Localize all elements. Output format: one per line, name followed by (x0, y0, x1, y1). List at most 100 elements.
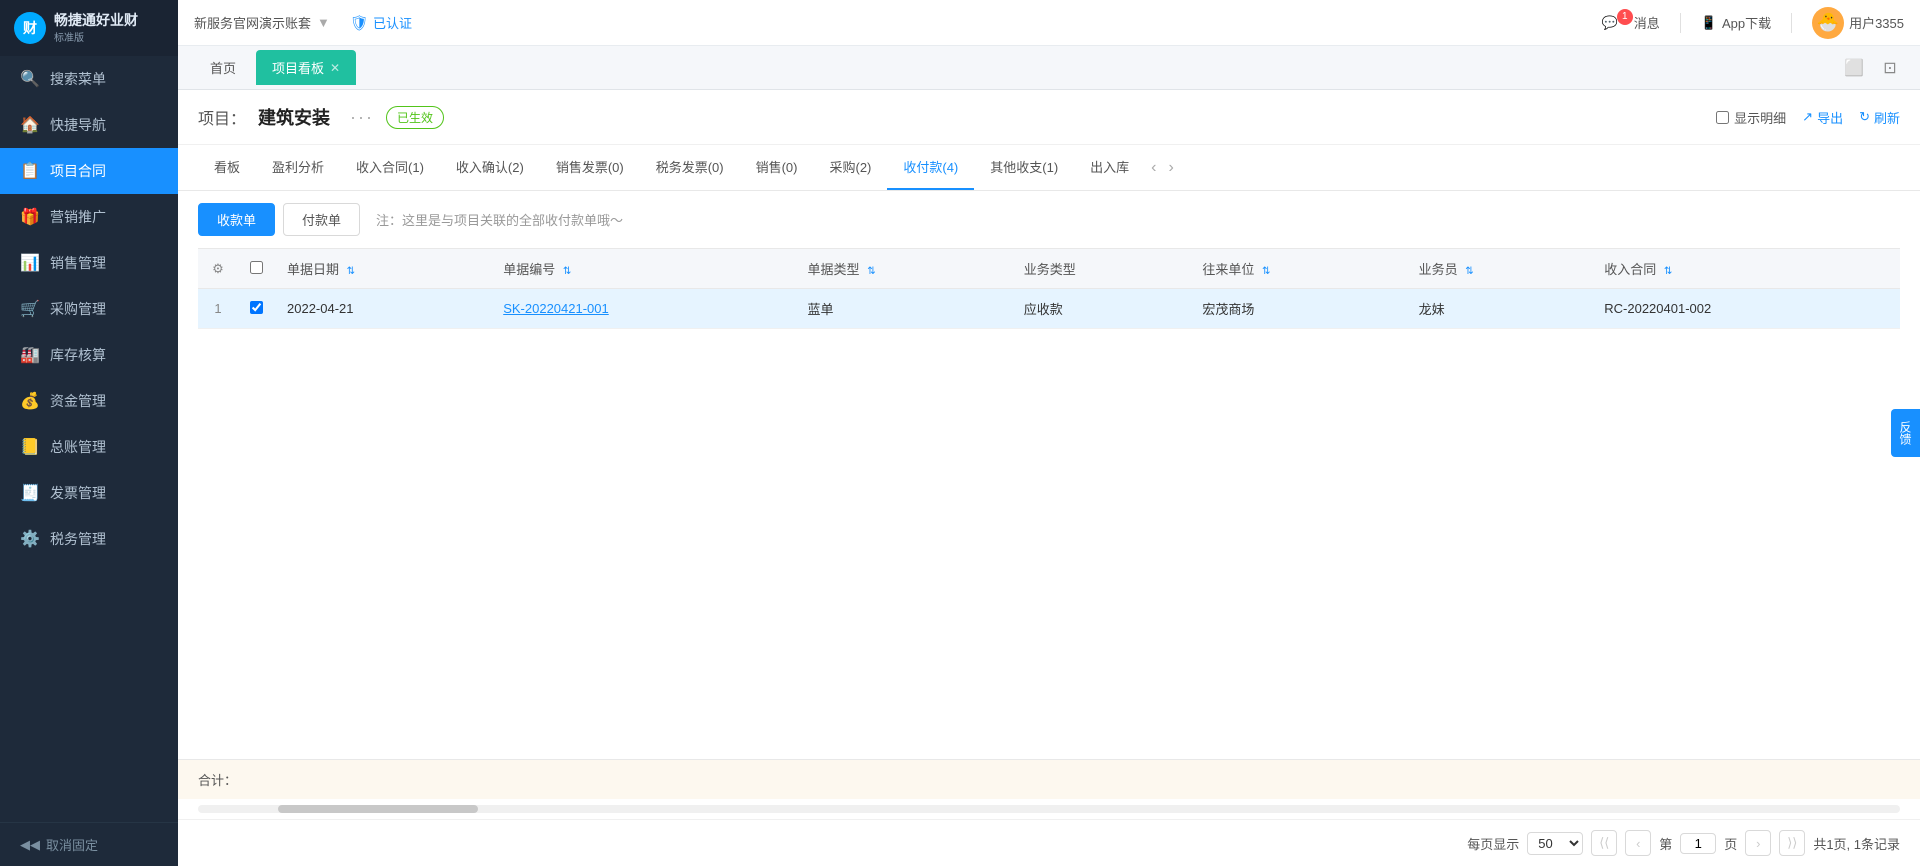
sub-nav: 看板 盈利分析 收入合同(1) 收入确认(2) 销售发票(0) 税务发票(0) … (178, 145, 1920, 191)
subnav-income-confirm[interactable]: 收入确认(2) (440, 145, 540, 190)
number-column-header[interactable]: 单据编号 ⇅ (491, 249, 795, 289)
sidebar-item-label: 库存核算 (50, 345, 106, 365)
sidebar-item-search[interactable]: 🔍 搜索菜单 (0, 56, 178, 102)
warehouse-icon: 🏭 (20, 345, 40, 365)
refresh-button[interactable]: ↻ 刷新 (1859, 108, 1900, 127)
nav-next-arrow[interactable]: › (1163, 151, 1180, 185)
scrollbar-row (178, 799, 1920, 819)
sidebar-item-tax[interactable]: ⚙️ 税务管理 (0, 516, 178, 562)
settings-column-header[interactable]: ⚙ (198, 249, 238, 289)
page-number-input[interactable] (1680, 833, 1716, 854)
row-type: 蓝单 (796, 289, 1012, 329)
tab-close-icon[interactable]: ✕ (330, 61, 340, 75)
page-size-select[interactable]: 50 100 200 (1527, 832, 1583, 855)
subnav-tax-invoice[interactable]: 税务发票(0) (640, 145, 740, 190)
detail-check-input[interactable] (1716, 111, 1729, 124)
tab-home[interactable]: 首页 (194, 50, 252, 85)
refresh-icon: ↻ (1859, 109, 1870, 125)
tabbar-right: ⬜ ⊡ (1840, 54, 1904, 82)
divider2 (1791, 13, 1792, 33)
subnav-kanban[interactable]: 看板 (198, 145, 256, 190)
partner-column-header[interactable]: 往来单位 ⇅ (1190, 249, 1406, 289)
more-icon[interactable]: ··· (350, 107, 374, 128)
sidebar-brand: 畅捷通好业财 标准版 (54, 12, 138, 44)
tax-icon: ⚙️ (20, 529, 40, 549)
message-badge: 1 (1617, 9, 1633, 25)
sidebar-header: 财 畅捷通好业财 标准版 (0, 0, 178, 56)
next-page-button[interactable]: › (1745, 830, 1771, 856)
row-salesperson: 龙妹 (1407, 289, 1593, 329)
income-contract-column-header[interactable]: 收入合同 ⇅ (1592, 249, 1900, 289)
subnav-income-contract[interactable]: 收入合同(1) (340, 145, 440, 190)
topbar-right: 💬 1 消息 📱 App下载 🐣 用户3355 (1602, 7, 1904, 39)
sidebar-item-label: 营销推广 (50, 207, 106, 227)
invoice-icon: 🧾 (20, 483, 40, 503)
horizontal-scrollbar[interactable] (198, 805, 1900, 813)
app-download-action[interactable]: 📱 App下载 (1701, 13, 1771, 32)
subnav-payment[interactable]: 收付款(4) (887, 145, 974, 190)
subnav-other-expense[interactable]: 其他收支(1) (974, 145, 1074, 190)
maximize-button[interactable]: ⊡ (1876, 54, 1904, 82)
sidebar-item-inventory[interactable]: 🏭 库存核算 (0, 332, 178, 378)
user-label: 用户3355 (1849, 13, 1904, 32)
sidebar-item-marketing[interactable]: 🎁 营销推广 (0, 194, 178, 240)
row-number: SK-20220421-001 (491, 289, 795, 329)
export-button[interactable]: ↗ 导出 (1802, 108, 1843, 127)
row-number-link[interactable]: SK-20220421-001 (503, 301, 609, 316)
sort-icon6: ⇅ (1664, 266, 1672, 277)
page-prefix: 第 (1659, 834, 1672, 853)
biz-type-column-header: 业务类型 (1012, 249, 1191, 289)
feedback-button[interactable]: 反馈 (1891, 409, 1920, 457)
payment-tab-button[interactable]: 付款单 (283, 203, 360, 236)
sidebar-item-funds[interactable]: 💰 资金管理 (0, 378, 178, 424)
row-checkbox[interactable] (250, 301, 263, 314)
first-page-button[interactable]: ⟨⟨ (1591, 830, 1617, 856)
sidebar-item-quicknav[interactable]: 🏠 快捷导航 (0, 102, 178, 148)
last-page-button[interactable]: ⟩⟩ (1779, 830, 1805, 856)
sort-icon3: ⇅ (867, 266, 875, 277)
salesperson-column-header[interactable]: 业务员 ⇅ (1407, 249, 1593, 289)
phone-icon: 📱 (1701, 15, 1717, 31)
sidebar-item-purchase[interactable]: 🛒 采购管理 (0, 286, 178, 332)
total-label: 合计： (198, 770, 237, 789)
tab-kanban[interactable]: 项目看板 ✕ (256, 50, 356, 85)
date-column-header[interactable]: 单据日期 ⇅ (275, 249, 491, 289)
cart-icon: 🛒 (20, 299, 40, 319)
receipts-table: ⚙ 单据日期 ⇅ 单据编号 ⇅ (198, 248, 1900, 329)
page-size-label: 每页显示 (1467, 834, 1519, 853)
select-all-checkbox[interactable] (250, 261, 263, 274)
table-footer: 合计： (178, 759, 1920, 799)
subnav-purchase[interactable]: 采购(2) (813, 145, 887, 190)
page-content: 项目： 建筑安装 ··· 已生效 显示明细 ↗ 导出 ↻ 刷新 (178, 90, 1920, 866)
export-icon: ↗ (1802, 109, 1813, 125)
show-detail-checkbox[interactable]: 显示明细 (1716, 108, 1786, 127)
type-column-header[interactable]: 单据类型 ⇅ (796, 249, 1012, 289)
sidebar-footer[interactable]: ◀◀ 取消固定 (0, 822, 178, 866)
row-date: 2022-04-21 (275, 289, 491, 329)
minimize-button[interactable]: ⬜ (1840, 54, 1868, 82)
sidebar-version: 标准版 (54, 29, 138, 44)
subnav-inout[interactable]: 出入库 (1074, 145, 1145, 190)
subnav-sales[interactable]: 销售(0) (740, 145, 814, 190)
gift-icon: 🎁 (20, 207, 40, 227)
message-action[interactable]: 💬 1 消息 (1602, 13, 1660, 32)
receipt-tab-button[interactable]: 收款单 (198, 203, 275, 236)
project-name: 新服务官网演示账套 (194, 13, 311, 32)
prev-page-button[interactable]: ‹ (1625, 830, 1651, 856)
sidebar-item-ledger[interactable]: 📒 总账管理 (0, 424, 178, 470)
sidebar-item-sales[interactable]: 📊 销售管理 (0, 240, 178, 286)
project-header: 项目： 建筑安装 ··· 已生效 显示明细 ↗ 导出 ↻ 刷新 (178, 90, 1920, 145)
user-action[interactable]: 🐣 用户3355 (1812, 7, 1904, 39)
ledger-icon: 📒 (20, 437, 40, 457)
table-wrapper: ⚙ 单据日期 ⇅ 单据编号 ⇅ (178, 248, 1920, 759)
topbar: 新服务官网演示账套 ▼ 🛡 已认证 💬 1 消息 📱 App下载 🐣 用户335… (178, 0, 1920, 46)
subnav-profit[interactable]: 盈利分析 (256, 145, 340, 190)
sidebar-item-contract[interactable]: 📋 项目合同 (0, 148, 178, 194)
tab-kanban-label: 项目看板 (272, 58, 324, 77)
nav-prev-arrow[interactable]: ‹ (1145, 151, 1162, 185)
sidebar-item-invoice[interactable]: 🧾 发票管理 (0, 470, 178, 516)
tab-home-label: 首页 (210, 58, 236, 77)
scrollbar-thumb[interactable] (278, 805, 478, 813)
subnav-sales-invoice[interactable]: 销售发票(0) (540, 145, 640, 190)
dropdown-icon[interactable]: ▼ (317, 15, 330, 30)
